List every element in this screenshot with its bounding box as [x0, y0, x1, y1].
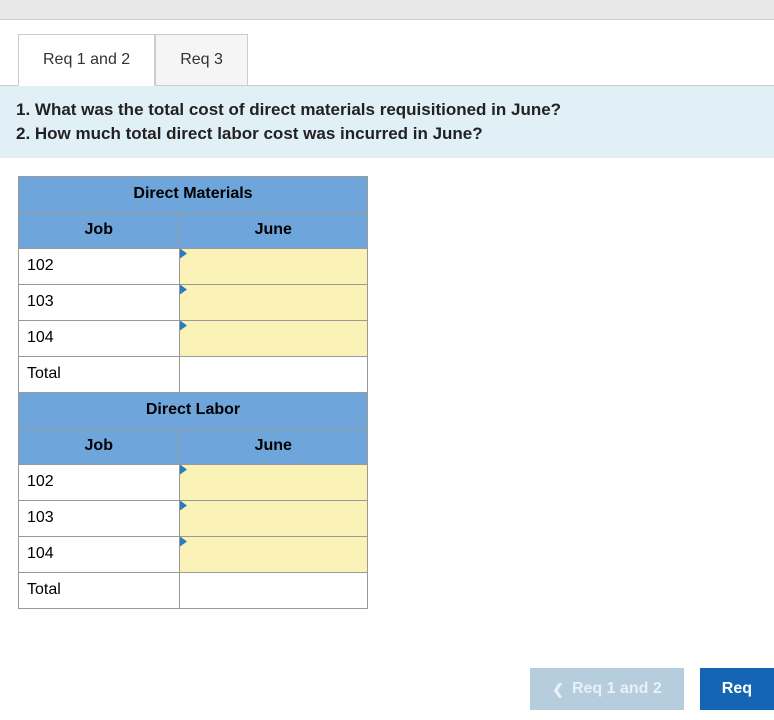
question-2: 2. How much total direct labor cost was …: [16, 122, 758, 146]
dm-input-102[interactable]: [179, 248, 367, 284]
dl-col-job: Job: [19, 428, 180, 464]
dl-col-june: June: [179, 428, 367, 464]
direct-materials-table: Direct Materials Job June 102 103 104 To…: [18, 176, 368, 609]
prev-label: Req 1 and 2: [572, 680, 662, 698]
dm-col-june: June: [179, 212, 367, 248]
dl-title: Direct Labor: [19, 392, 368, 428]
dm-title: Direct Materials: [19, 176, 368, 212]
next-button[interactable]: Req: [700, 668, 774, 710]
dm-total-value: [179, 356, 367, 392]
table-row: 102: [19, 464, 368, 500]
table-row: 103: [19, 500, 368, 536]
top-bar: [0, 0, 774, 20]
dl-job-103: 103: [19, 500, 180, 536]
table-row: 104: [19, 536, 368, 572]
table-row: 104: [19, 320, 368, 356]
dm-job-104: 104: [19, 320, 180, 356]
dm-col-job: Job: [19, 212, 180, 248]
tab-strip: Req 1 and 2 Req 3: [18, 34, 774, 86]
dl-input-104[interactable]: [179, 536, 367, 572]
dm-total-label: Total: [19, 356, 180, 392]
tab-req-3[interactable]: Req 3: [155, 34, 248, 86]
dl-input-102[interactable]: [179, 464, 367, 500]
dl-job-104: 104: [19, 536, 180, 572]
dl-field-104[interactable]: [180, 537, 367, 572]
dm-field-104[interactable]: [180, 321, 367, 356]
nav-buttons: ❮ Req 1 and 2 Req: [530, 668, 774, 710]
tab-req-1-2[interactable]: Req 1 and 2: [18, 34, 155, 86]
dm-field-102[interactable]: [180, 249, 367, 284]
dl-total-label: Total: [19, 572, 180, 608]
dl-input-103[interactable]: [179, 500, 367, 536]
dl-total-value: [179, 572, 367, 608]
question-1: 1. What was the total cost of direct mat…: [16, 98, 758, 122]
table-row: 103: [19, 284, 368, 320]
dm-input-103[interactable]: [179, 284, 367, 320]
dl-field-103[interactable]: [180, 501, 367, 536]
dm-field-103[interactable]: [180, 285, 367, 320]
next-label: Req: [722, 680, 752, 698]
table-row: Total: [19, 572, 368, 608]
prev-button[interactable]: ❮ Req 1 and 2: [530, 668, 684, 710]
dl-job-102: 102: [19, 464, 180, 500]
dm-job-103: 103: [19, 284, 180, 320]
question-panel: 1. What was the total cost of direct mat…: [0, 85, 774, 158]
dm-input-104[interactable]: [179, 320, 367, 356]
chevron-left-icon: ❮: [552, 681, 564, 698]
dl-field-102[interactable]: [180, 465, 367, 500]
table-row: Total: [19, 356, 368, 392]
table-row: 102: [19, 248, 368, 284]
dm-job-102: 102: [19, 248, 180, 284]
tables-container: Direct Materials Job June 102 103 104 To…: [18, 176, 368, 609]
